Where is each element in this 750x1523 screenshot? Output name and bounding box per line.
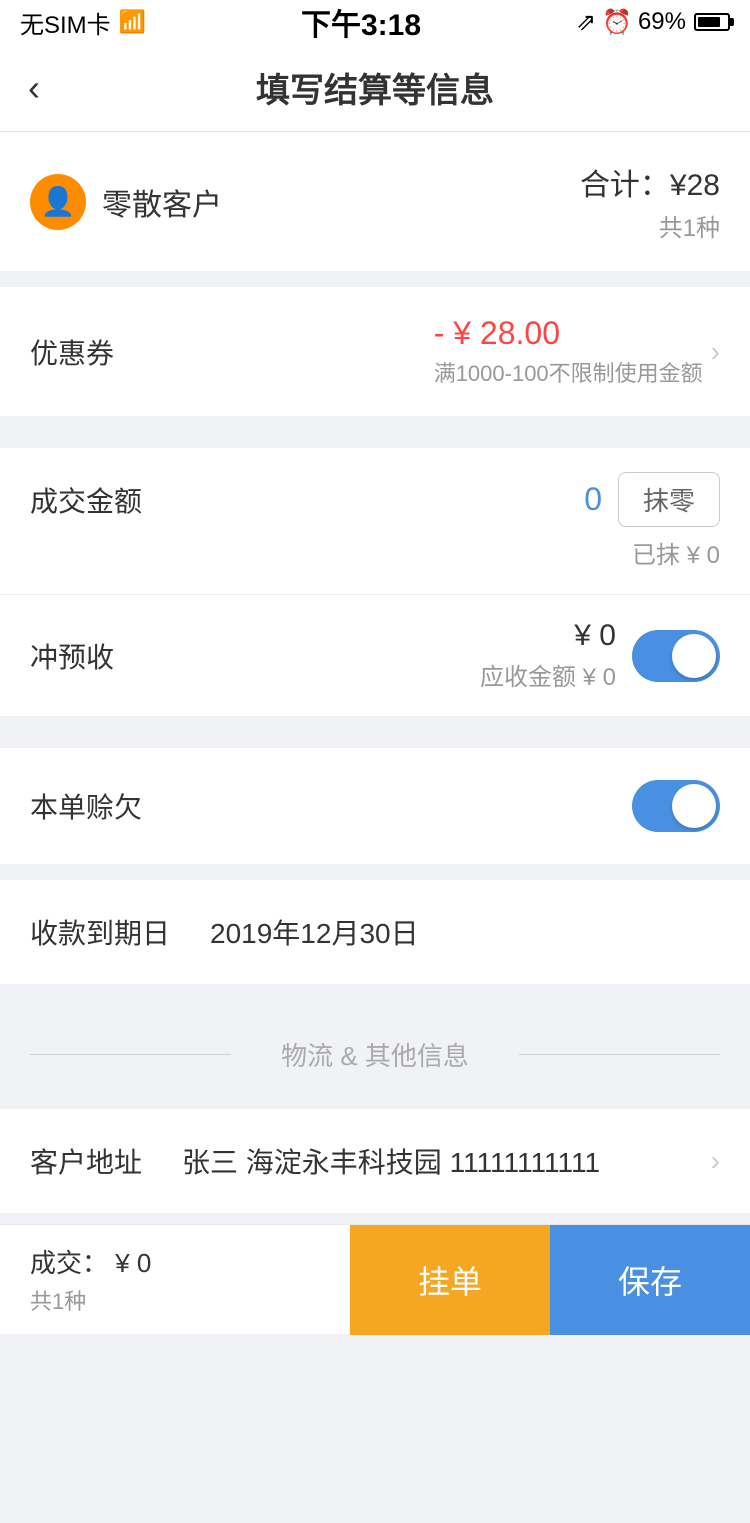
location-icon: ⇗ — [576, 8, 596, 37]
debt-toggle-knob — [672, 784, 716, 828]
coupon-chevron-icon: › — [711, 336, 720, 368]
save-label: 保存 — [618, 1257, 682, 1303]
transaction-value[interactable]: 0 — [542, 481, 602, 518]
wifi-icon: 📶 — [119, 9, 146, 35]
bottom-bar: 成交： ¥ 0 共1种 挂单 保存 — [0, 1224, 750, 1334]
bottom-deal: 成交： ¥ 0 — [30, 1243, 320, 1280]
address-chevron-icon: › — [711, 1145, 720, 1177]
coupon-row[interactable]: 优惠券 - ¥ 28.00 满1000-100不限制使用金额 › — [0, 287, 750, 416]
customer-section: 👤 零散客户 合计：¥28 共1种 — [0, 132, 750, 271]
customer-name: 零散客户 — [102, 180, 222, 224]
customer-left: 👤 零散客户 — [30, 174, 222, 230]
alarm-icon: ⏰ — [602, 8, 632, 37]
coupon-right: - ¥ 28.00 满1000-100不限制使用金额 › — [434, 315, 720, 388]
transaction-sub-row: 已抹 ¥ 0 — [30, 535, 720, 570]
deal-label: 成交： — [30, 1248, 108, 1278]
customer-right: 合计：¥28 共1种 — [580, 160, 720, 243]
bottom-info: 成交： ¥ 0 共1种 — [0, 1243, 350, 1316]
signal-text: 无SIM卡 — [20, 5, 111, 40]
customer-row: 👤 零散客户 合计：¥28 共1种 — [0, 132, 750, 271]
coupon-label: 优惠券 — [30, 332, 114, 372]
debt-section: 本单赊欠 — [0, 748, 750, 864]
due-date-value: 2019年12月30日 — [210, 912, 419, 952]
status-time: 下午3:18 — [301, 0, 421, 44]
bottom-count: 共1种 — [30, 1284, 320, 1316]
prepay-toggle[interactable] — [632, 630, 720, 682]
deal-amount: ¥ 0 — [115, 1248, 151, 1278]
coupon-section[interactable]: 优惠券 - ¥ 28.00 满1000-100不限制使用金额 › — [0, 287, 750, 416]
transaction-section: 成交金额 0 抹零 已抹 ¥ 0 冲预收 ¥ 0 应收金额 ¥ 0 — [0, 448, 750, 716]
coupon-desc: 满1000-100不限制使用金额 — [434, 356, 703, 388]
page-title: 填写结算等信息 — [256, 63, 494, 112]
divider-line-left — [30, 1054, 231, 1055]
prepay-amount: ¥ 0 — [480, 619, 616, 653]
amount-container: 0 抹零 — [542, 472, 720, 527]
due-date-section: 收款到期日 2019年12月30日 — [0, 880, 750, 984]
hang-label: 挂单 — [418, 1257, 482, 1303]
battery-icon — [694, 13, 730, 31]
coupon-info: - ¥ 28.00 满1000-100不限制使用金额 — [434, 315, 703, 388]
logistics-divider-text: 物流 & 其他信息 — [281, 1036, 469, 1073]
avatar-icon: 👤 — [41, 185, 76, 218]
coupon-discount: - ¥ 28.00 — [434, 315, 703, 352]
address-value: 张三 海淀永丰科技园 11111111111 — [182, 1141, 711, 1181]
total-count: 共1种 — [580, 208, 720, 243]
prepay-row: 冲预收 ¥ 0 应收金额 ¥ 0 — [0, 594, 750, 716]
hang-button[interactable]: 挂单 — [350, 1225, 550, 1335]
status-left: 无SIM卡 📶 — [20, 5, 146, 40]
round-button[interactable]: 抹零 — [618, 472, 720, 527]
address-section[interactable]: 客户地址 张三 海淀永丰科技园 11111111111 › — [0, 1109, 750, 1213]
logistics-divider: 物流 & 其他信息 — [0, 1016, 750, 1093]
back-button[interactable]: ‹ — [28, 67, 40, 109]
battery-percent: 69% — [638, 8, 686, 36]
status-right: ⇗ ⏰ 69% — [576, 8, 730, 37]
divider-line-right — [519, 1054, 720, 1055]
spacer4 — [0, 1093, 750, 1109]
due-date-label: 收款到期日 — [30, 912, 170, 952]
total-amount: 合计：¥28 — [580, 160, 720, 204]
debt-toggle[interactable] — [632, 780, 720, 832]
spacer2 — [0, 732, 750, 748]
prepay-sub: 应收金额 ¥ 0 — [480, 657, 616, 692]
transaction-main-row: 成交金额 0 抹零 — [30, 472, 720, 527]
spacer3 — [0, 1000, 750, 1016]
avatar: 👤 — [30, 174, 86, 230]
address-label: 客户地址 — [30, 1141, 142, 1181]
due-date-row: 收款到期日 2019年12月30日 — [0, 880, 750, 984]
debt-label: 本单赊欠 — [30, 786, 142, 826]
transaction-sub-text: 已抹 ¥ 0 — [632, 535, 720, 570]
nav-bar: ‹ 填写结算等信息 — [0, 44, 750, 132]
status-bar: 无SIM卡 📶 下午3:18 ⇗ ⏰ 69% — [0, 0, 750, 44]
prepay-label: 冲预收 — [30, 636, 114, 676]
transaction-label: 成交金额 — [30, 480, 142, 520]
prepay-right: ¥ 0 应收金额 ¥ 0 — [480, 619, 720, 692]
save-button[interactable]: 保存 — [550, 1225, 750, 1335]
transaction-row: 成交金额 0 抹零 已抹 ¥ 0 — [0, 448, 750, 594]
spacer1 — [0, 432, 750, 448]
toggle-knob — [672, 634, 716, 678]
prepay-values: ¥ 0 应收金额 ¥ 0 — [480, 619, 616, 692]
